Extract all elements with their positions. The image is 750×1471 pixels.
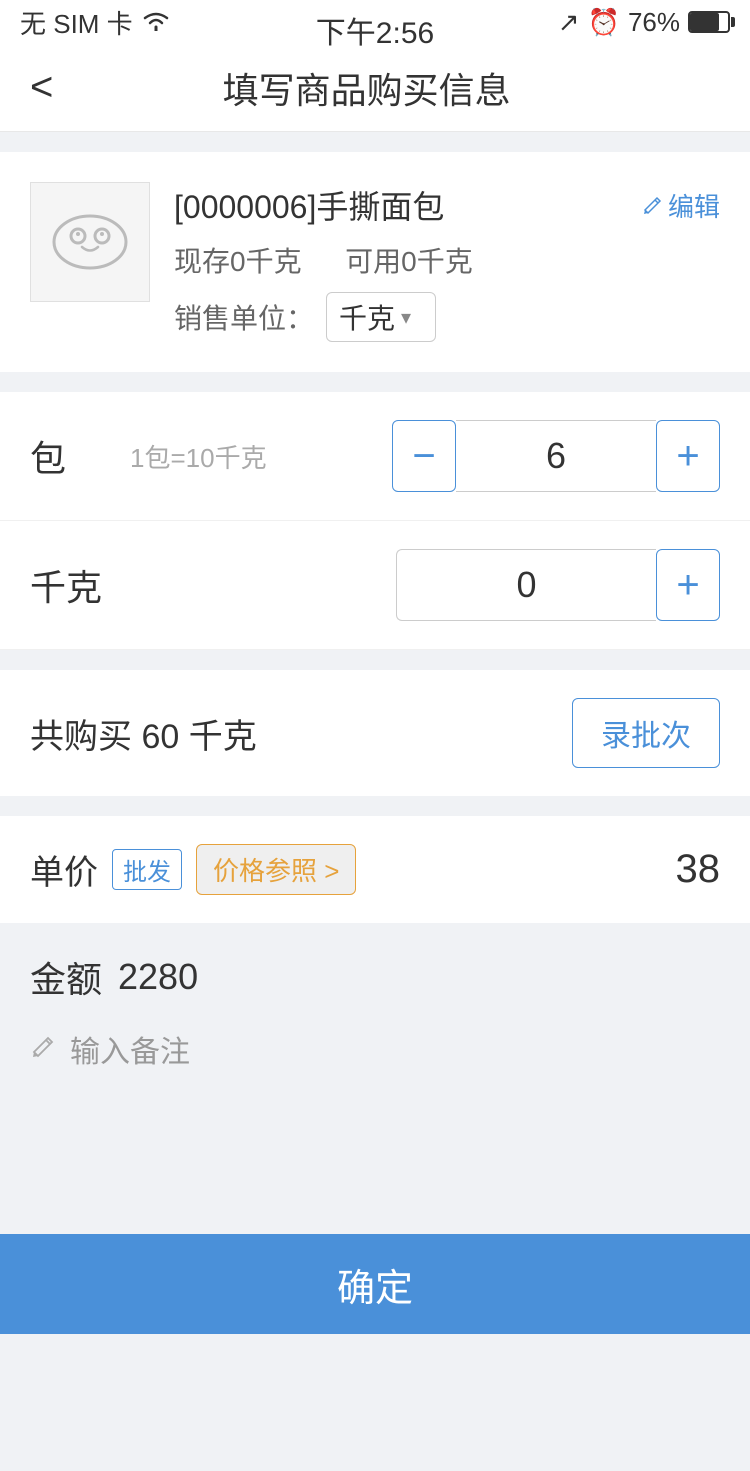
product-name-row: [0000006]手撕面包 编辑 [174,182,720,228]
confirm-button[interactable]: 确定 [0,1234,750,1334]
summary-row: 共购买 60 千克 录批次 [0,670,750,796]
unit-value: 千克 [339,297,395,337]
battery-icon [688,11,730,33]
price-section: 单价 批发 价格参照 > 38 [0,816,750,923]
edit-label: 编辑 [668,187,720,224]
input-section: 包 1包=10千克 − + 千克 + [0,392,750,650]
price-value: 38 [676,847,721,892]
page-title: 填写商品购买信息 [73,62,660,114]
edit-icon [642,194,664,216]
product-unit-row: 销售单位： 千克 ▾ [174,292,720,342]
bag-qty-control: − + [392,420,720,492]
nav-bar: < 填写商品购买信息 [0,44,750,132]
status-left: 无 SIM 卡 [20,4,171,41]
wifi-icon [141,7,171,38]
price-type-badge: 批发 [112,849,182,890]
amount-label: 金额 [30,951,102,1003]
bag-hint: 1包=10千克 [130,438,372,475]
product-card: [0000006]手撕面包 编辑 现存0千克 可用0千克 销售单位： [0,152,750,372]
status-bar: 无 SIM 卡 下午2:56 ↗ ⏰ 76% [0,0,750,44]
battery-percent: 76% [628,7,680,38]
alarm-icon: ⏰ [588,7,620,38]
unit-label: 销售单位： [174,297,314,337]
location-icon: ↗ [558,7,580,38]
product-info: [0000006]手撕面包 编辑 现存0千克 可用0千克 销售单位： [174,182,720,342]
amount-section: 金额 2280 输入备注 [0,923,750,1091]
back-button[interactable]: < [30,65,73,110]
unit-select[interactable]: 千克 ▾ [326,292,436,342]
product-thumbnail [30,182,150,302]
product-stock: 现存0千克 可用0千克 [174,240,720,280]
pencil-icon [30,1032,58,1067]
remark-row[interactable]: 输入备注 [30,1027,720,1071]
stock-text: 现存0千克 [174,246,302,277]
carrier-text: 无 SIM 卡 [20,4,133,41]
bag-input-row: 包 1包=10千克 − + [0,392,750,521]
stock-spacer [309,246,337,277]
chevron-down-icon: ▾ [401,305,411,330]
batch-button[interactable]: 录批次 [572,698,720,768]
price-reference-button[interactable]: 价格参照 > [196,844,356,895]
amount-row: 金额 2280 [30,951,720,1003]
kg-qty-control: + [396,549,720,621]
status-right: ↗ ⏰ 76% [558,7,730,38]
kg-label: 千克 [30,559,110,611]
kg-qty-input[interactable] [396,549,656,621]
kg-input-row: 千克 + [0,521,750,650]
remark-placeholder: 输入备注 [70,1027,190,1071]
summary-text: 共购买 60 千克 [30,709,257,758]
bag-label: 包 [30,430,110,482]
bag-qty-input[interactable] [456,420,656,492]
amount-value: 2280 [118,956,198,998]
status-time: 下午2:56 [316,8,434,52]
price-label-group: 单价 批发 价格参照 > [30,844,356,895]
bag-increment-button[interactable]: + [656,420,720,492]
price-row: 单价 批发 价格参照 > 38 [30,844,720,895]
kg-increment-button[interactable]: + [656,549,720,621]
available-text: 可用0千克 [345,246,473,277]
bag-decrement-button[interactable]: − [392,420,456,492]
confirm-label: 确定 [337,1257,413,1312]
edit-button[interactable]: 编辑 [642,187,720,224]
product-logo-icon [50,212,130,272]
product-name: [0000006]手撕面包 [174,182,444,228]
price-label: 单价 [30,845,98,894]
